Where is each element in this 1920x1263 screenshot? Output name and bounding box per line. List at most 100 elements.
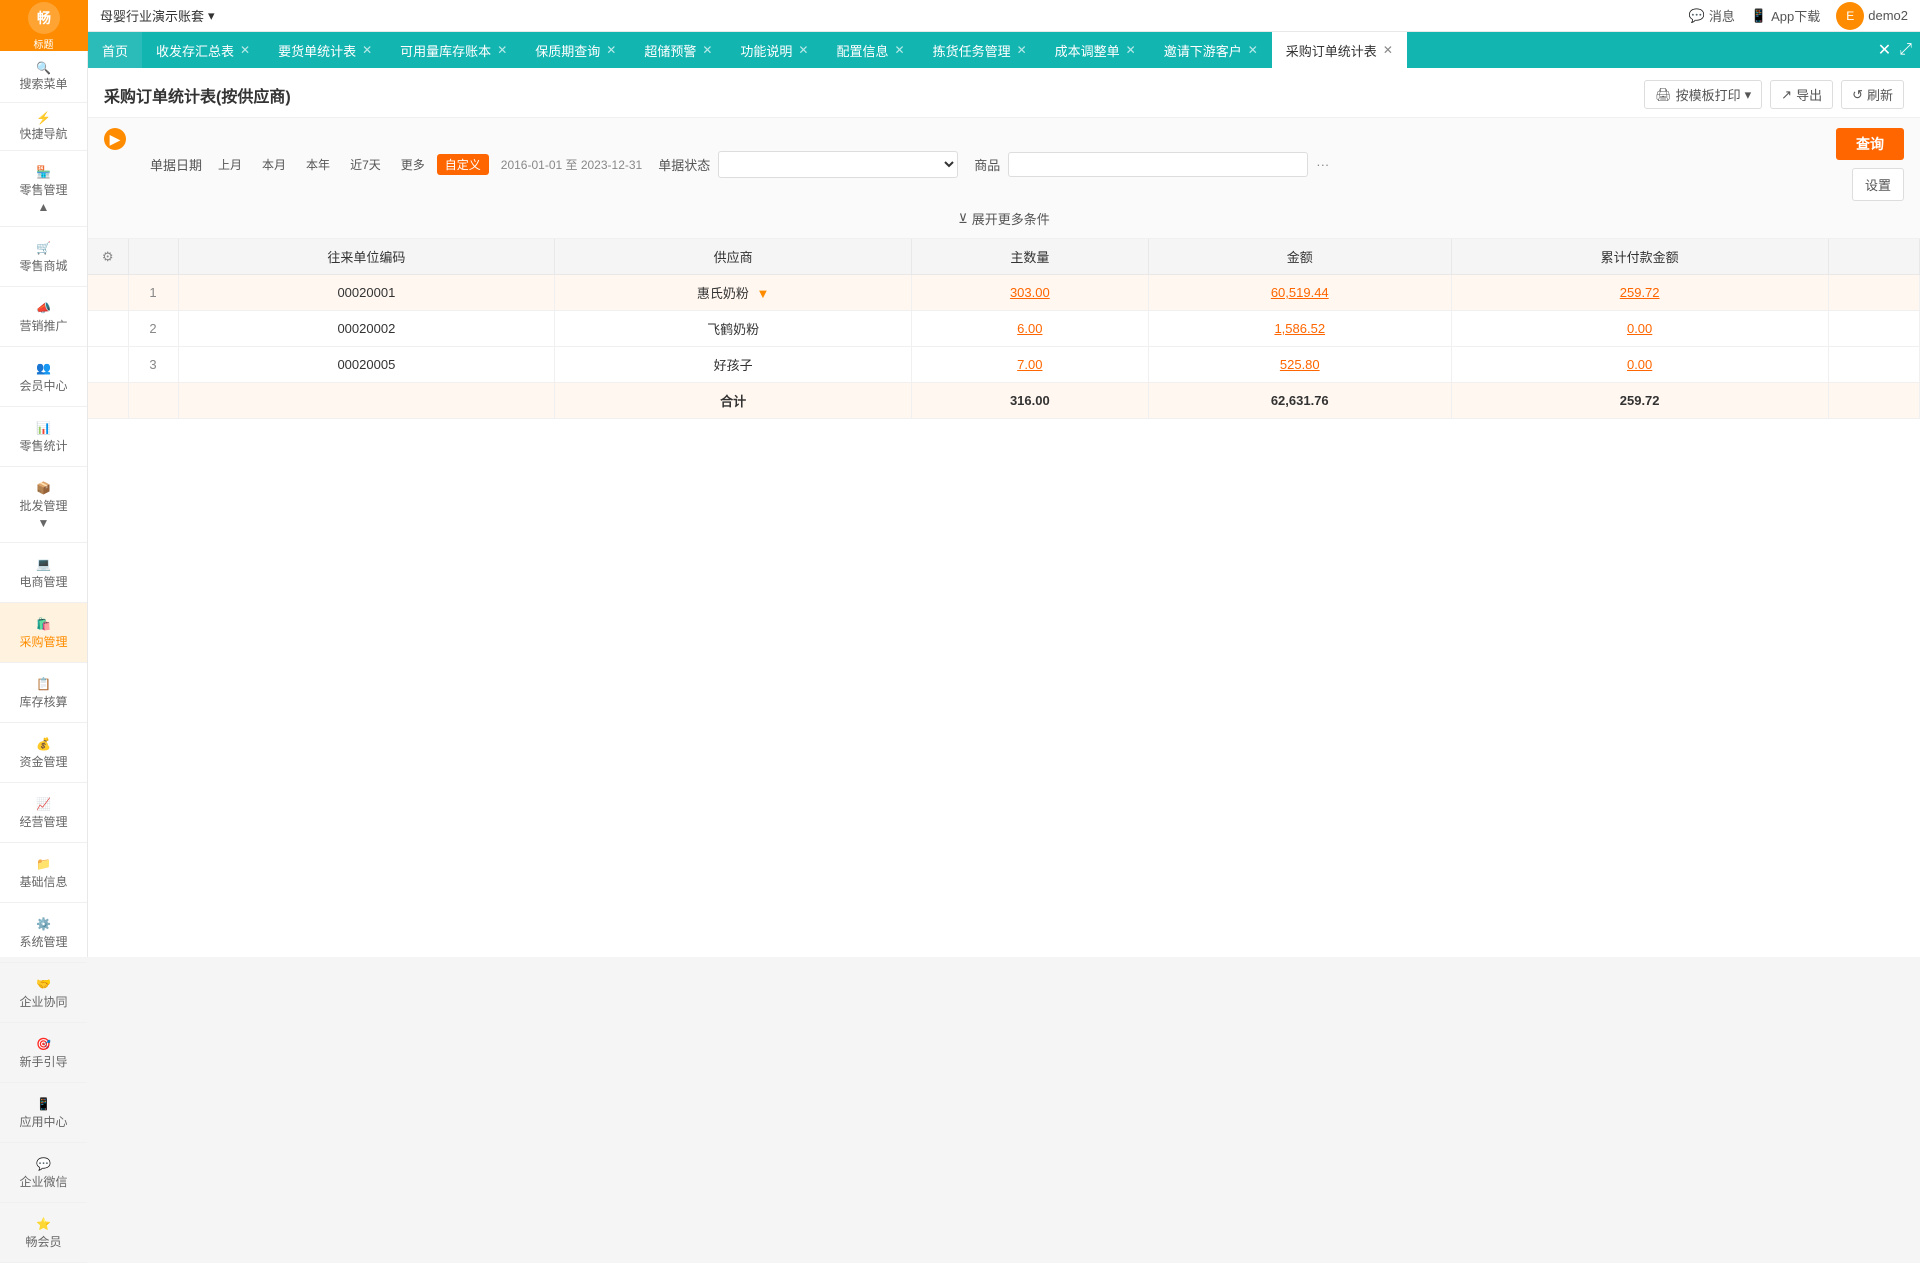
maximize-btn[interactable]: ⤢ bbox=[1899, 41, 1912, 59]
row3-qty-link[interactable]: 7.00 bbox=[1017, 357, 1042, 372]
sidebar-item-finance[interactable]: 💰 资金管理 bbox=[0, 723, 87, 783]
refresh-btn[interactable]: ↺ 刷新 bbox=[1841, 80, 1904, 109]
status-select[interactable] bbox=[718, 151, 958, 178]
sidebar-item-wechat[interactable]: 💬 企业微信 bbox=[0, 1143, 87, 1203]
app-download-label: App下载 bbox=[1771, 6, 1820, 25]
message-btn[interactable]: 💬 消息 bbox=[1689, 6, 1735, 25]
gear-icon[interactable]: ⚙ bbox=[102, 249, 114, 264]
shortcut-last-month[interactable]: 上月 bbox=[210, 154, 250, 175]
sidebar-item-new-guide[interactable]: 🎯 新手引导 bbox=[0, 1023, 87, 1083]
row2-paid-link[interactable]: 0.00 bbox=[1627, 321, 1652, 336]
footer-amount: 62,631.76 bbox=[1148, 383, 1451, 419]
shortcut-more[interactable]: 更多 bbox=[393, 154, 433, 175]
sidebar-item-enterprise[interactable]: 🤝 企业协同 bbox=[0, 963, 87, 1023]
tab-func-desc[interactable]: 功能说明 ✕ bbox=[726, 32, 822, 68]
sidebar-item-retail-mgmt-label: 零售管理 bbox=[19, 181, 67, 198]
tab-home[interactable]: 首页 bbox=[88, 32, 142, 68]
tab-func-desc-close[interactable]: ✕ bbox=[798, 43, 808, 57]
sidebar-item-wholesale-mgmt[interactable]: 📦 批发管理 ▼ bbox=[0, 467, 87, 543]
sidebar-item-vip[interactable]: ⭐ 畅会员 bbox=[0, 1203, 87, 1263]
date-range-display: 2016-01-01 至 2023-12-31 bbox=[501, 156, 642, 173]
goods-input[interactable] bbox=[1008, 152, 1308, 177]
close-all-tabs-btn[interactable]: ✕ bbox=[1878, 40, 1891, 60]
sidebar-item-inventory[interactable]: 📋 库存核算 bbox=[0, 663, 87, 723]
tab-collect-send[interactable]: 收发存汇总表 ✕ bbox=[142, 32, 264, 68]
row2-paid: 0.00 bbox=[1451, 311, 1828, 347]
row3-amount: 525.80 bbox=[1148, 347, 1451, 383]
row1-paid: 259.72 bbox=[1451, 275, 1828, 311]
tab-available-stock[interactable]: 可用量库存账本 ✕ bbox=[386, 32, 521, 68]
tab-pick-task-close[interactable]: ✕ bbox=[1017, 43, 1027, 57]
tab-collect-send-close[interactable]: ✕ bbox=[240, 43, 250, 57]
shortcut-7days[interactable]: 近7天 bbox=[342, 154, 389, 175]
goods-more-btn[interactable]: ··· bbox=[1316, 157, 1329, 172]
user-menu[interactable]: E demo2 bbox=[1836, 2, 1908, 30]
settings-btn[interactable]: 设置 bbox=[1852, 168, 1904, 201]
tab-expiry-query[interactable]: 保质期查询 ✕ bbox=[521, 32, 630, 68]
row1-paid-link[interactable]: 259.72 bbox=[1620, 285, 1660, 300]
app-download-btn[interactable]: 📱 App下载 bbox=[1751, 6, 1820, 25]
row1-amount-link[interactable]: 60,519.44 bbox=[1271, 285, 1329, 300]
print-dropdown-arrow[interactable]: ▾ bbox=[1745, 87, 1752, 103]
message-icon: 💬 bbox=[1689, 8, 1705, 24]
sidebar-item-purchase-mgmt[interactable]: 🛍️ 采购管理 bbox=[0, 603, 87, 663]
refresh-icon: ↺ bbox=[1852, 87, 1863, 103]
sidebar-item-marketing[interactable]: 📣 营销推广 bbox=[0, 287, 87, 347]
expand-more-btn[interactable]: ⊻ 展开更多条件 bbox=[958, 209, 1050, 228]
tab-available-stock-label: 可用量库存账本 bbox=[400, 41, 491, 60]
tab-expiry-query-close[interactable]: ✕ bbox=[606, 43, 616, 57]
tab-config-info[interactable]: 配置信息 ✕ bbox=[822, 32, 918, 68]
tab-overstock-close[interactable]: ✕ bbox=[702, 43, 712, 57]
tab-overstock-alert[interactable]: 超储预警 ✕ bbox=[630, 32, 726, 68]
sidebar-item-retail-mgmt[interactable]: 🏪 零售管理 ▲ bbox=[0, 151, 87, 227]
row1-qty-link[interactable]: 303.00 bbox=[1010, 285, 1050, 300]
tab-pick-task[interactable]: 拣货任务管理 ✕ bbox=[919, 32, 1041, 68]
row1-expand-icon[interactable]: ▼ bbox=[756, 286, 769, 301]
th-num bbox=[128, 239, 178, 275]
tab-cost-adjust[interactable]: 成本调整单 ✕ bbox=[1041, 32, 1150, 68]
footer-gear bbox=[88, 383, 128, 419]
tab-purchase-stats-close[interactable]: ✕ bbox=[1383, 43, 1393, 57]
tab-invite-downstream[interactable]: 邀请下游客户 ✕ bbox=[1150, 32, 1272, 68]
sidebar-item-basic-info[interactable]: 📁 基础信息 bbox=[0, 843, 87, 903]
sidebar-item-sys-mgmt[interactable]: ⚙️ 系统管理 bbox=[0, 903, 87, 963]
sidebar-item-member[interactable]: 👥 会员中心 bbox=[0, 347, 87, 407]
custom-date-tag[interactable]: 自定义 bbox=[437, 154, 489, 175]
table-row: 1 00020001 惠氏奶粉 ▼ 303.00 60,519.44 259.7… bbox=[88, 275, 1920, 311]
export-btn[interactable]: ↗ 导出 bbox=[1770, 80, 1833, 109]
print-btn[interactable]: 🖨 按模板打印 ▾ bbox=[1644, 80, 1762, 109]
avatar-text: E bbox=[1846, 9, 1854, 23]
operations-icon: 📈 bbox=[36, 797, 51, 811]
sidebar-item-retail-mall[interactable]: 🛒 零售商城 bbox=[0, 227, 87, 287]
tab-available-stock-close[interactable]: ✕ bbox=[497, 43, 507, 57]
row2-amount-link[interactable]: 1,586.52 bbox=[1274, 321, 1325, 336]
sidebar-item-search[interactable]: 🔍 搜索菜单 bbox=[0, 51, 87, 103]
export-icon: ↗ bbox=[1781, 87, 1792, 103]
tab-cost-close[interactable]: ✕ bbox=[1126, 43, 1136, 57]
filter-expand-toggle[interactable]: ▶ bbox=[104, 128, 126, 150]
sidebar-item-app-label: 应用中心 bbox=[19, 1113, 67, 1130]
sidebar-item-operations[interactable]: 📈 经营管理 bbox=[0, 783, 87, 843]
shortcut-this-year[interactable]: 本年 bbox=[298, 154, 338, 175]
th-extra bbox=[1828, 239, 1919, 275]
tab-order-stats-close[interactable]: ✕ bbox=[362, 43, 372, 57]
tab-invite-close[interactable]: ✕ bbox=[1248, 43, 1258, 57]
account-dropdown[interactable]: 母婴行业演示账套 ▾ bbox=[100, 6, 215, 25]
sidebar-item-retail-stats[interactable]: 📊 零售统计 bbox=[0, 407, 87, 467]
shortcut-this-month[interactable]: 本月 bbox=[254, 154, 294, 175]
sidebar-item-ecommerce[interactable]: 💻 电商管理 bbox=[0, 543, 87, 603]
basic-info-icon: 📁 bbox=[36, 857, 51, 871]
sidebar-item-app-center[interactable]: 📱 应用中心 bbox=[0, 1083, 87, 1143]
filter-action-btns: 查询 设置 bbox=[1836, 128, 1904, 201]
account-name: 母婴行业演示账套 bbox=[100, 6, 204, 25]
tab-order-stats[interactable]: 要货单统计表 ✕ bbox=[264, 32, 386, 68]
row3-gear bbox=[88, 347, 128, 383]
query-btn[interactable]: 查询 bbox=[1836, 128, 1904, 160]
tab-purchase-stats[interactable]: 采购订单统计表 ✕ bbox=[1272, 32, 1407, 68]
tab-config-close[interactable]: ✕ bbox=[895, 43, 905, 57]
sidebar-item-quick-nav[interactable]: ⚡ 快捷导航 bbox=[0, 103, 87, 151]
row2-qty-link[interactable]: 6.00 bbox=[1017, 321, 1042, 336]
sidebar-item-purchase-label: 采购管理 bbox=[19, 633, 67, 650]
row3-amount-link[interactable]: 525.80 bbox=[1280, 357, 1320, 372]
row3-paid-link[interactable]: 0.00 bbox=[1627, 357, 1652, 372]
